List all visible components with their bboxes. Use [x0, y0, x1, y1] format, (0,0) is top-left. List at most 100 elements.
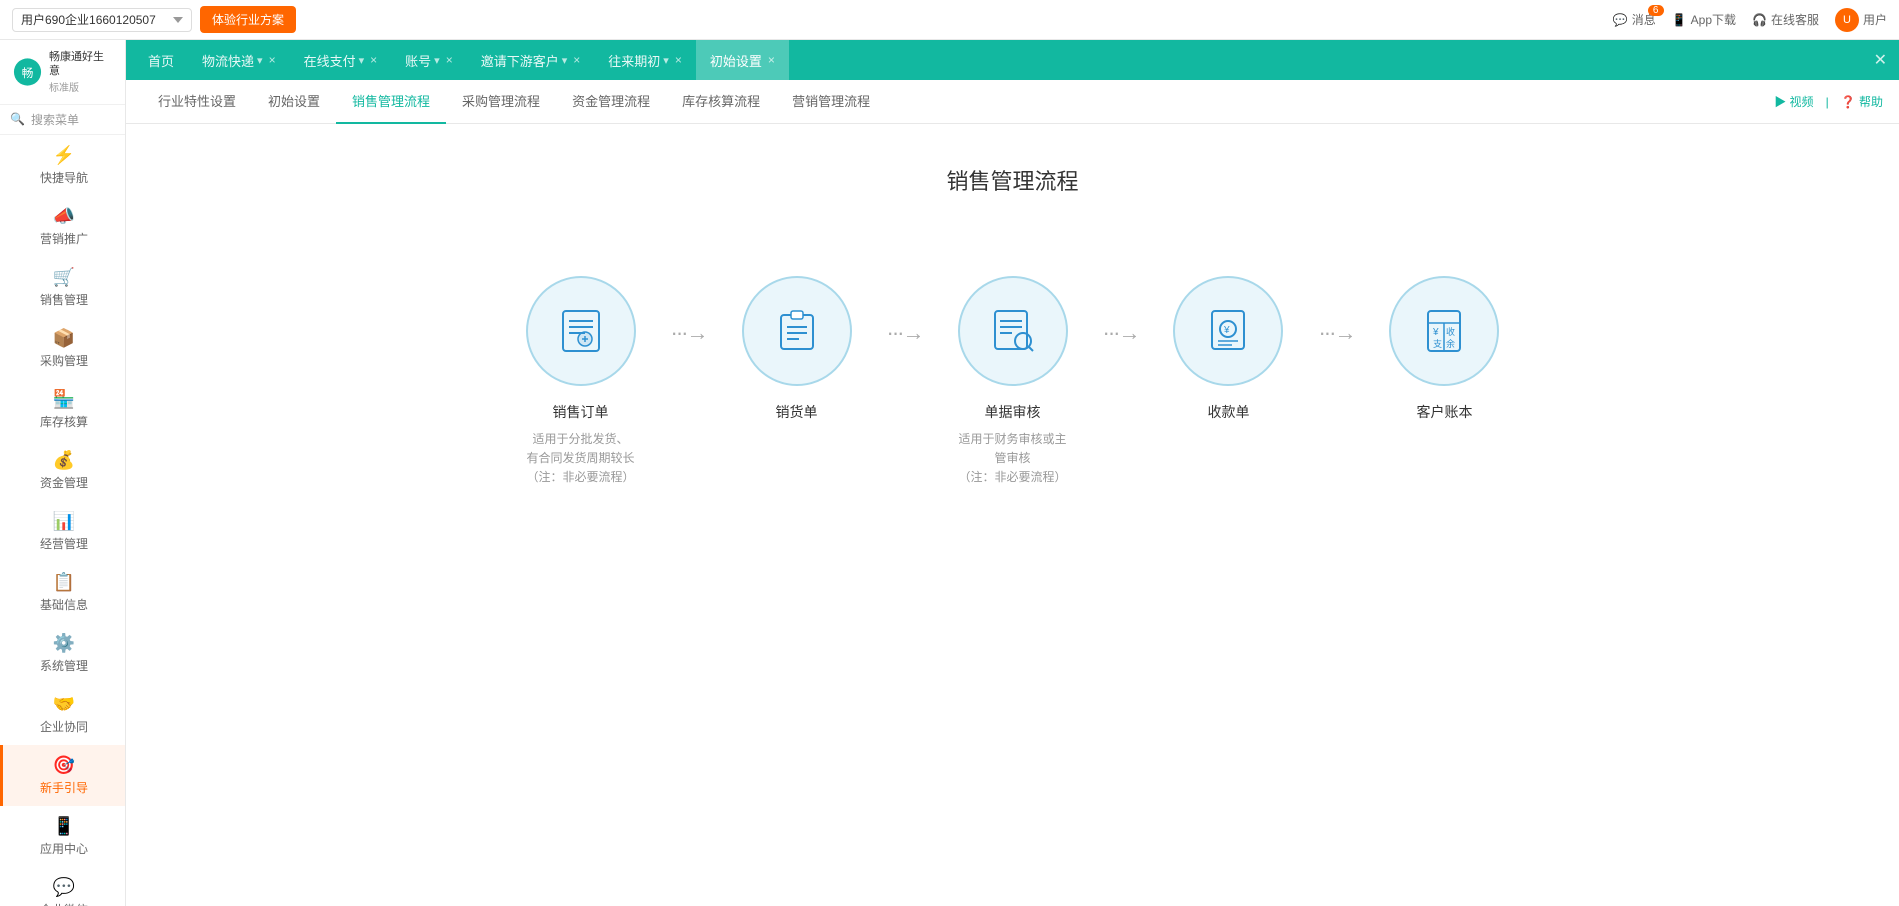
sidebar-item-app-center[interactable]: 📱应用中心: [0, 806, 125, 867]
nav-label-marketing: 营销推广: [40, 230, 88, 247]
divider: |: [1826, 95, 1829, 109]
tab-close-init-settings[interactable]: ×: [768, 53, 775, 67]
sub-tab-inventory-calc[interactable]: 库存核算流程: [666, 80, 776, 124]
top-bar-left: 用户690企业1660120507 体验行业方案: [12, 6, 296, 33]
nav-label-finance: 资金管理: [40, 474, 88, 491]
tab-payment[interactable]: 在线支付▾ ×: [290, 40, 392, 80]
user-btn[interactable]: U 用户: [1835, 8, 1887, 32]
nav-label-enterprise: 企业协同: [40, 718, 88, 735]
sub-tab-marketing-flow[interactable]: 营销管理流程: [776, 80, 886, 124]
tab-arrow-logistics: ▾: [257, 54, 263, 67]
sidebar-item-quick-nav[interactable]: ⚡快捷导航: [0, 135, 125, 196]
tab-close-period-init[interactable]: ×: [675, 53, 682, 67]
sidebar-item-basic-info[interactable]: 📋基础信息: [0, 562, 125, 623]
nav-label-wechat: 企业微信: [40, 901, 88, 906]
sidebar-item-operation[interactable]: 📊经营管理: [0, 501, 125, 562]
online-service-btn[interactable]: 🎧 在线客服: [1752, 11, 1819, 28]
nav-label-guide: 新手引导: [40, 779, 88, 796]
sub-tab-init[interactable]: 初始设置: [252, 80, 336, 124]
video-link[interactable]: ▶ 视频: [1774, 93, 1813, 110]
experience-btn[interactable]: 体验行业方案: [200, 6, 296, 33]
video-label: 视频: [1790, 95, 1814, 109]
sub-tab-sales-flow[interactable]: 销售管理流程: [336, 80, 446, 124]
tab-label-invite: 邀请下游客户: [481, 51, 559, 70]
sidebar-item-sales[interactable]: 🛒销售管理: [0, 257, 125, 318]
tab-label-payment: 在线支付: [304, 51, 356, 70]
nav-icon-app-center: 📱: [53, 816, 75, 837]
tab-close-payment[interactable]: ×: [370, 53, 377, 67]
svg-text:余: 余: [1446, 338, 1455, 349]
nav-label-basic-info: 基础信息: [40, 596, 88, 613]
nav-icon-system: ⚙️: [53, 633, 75, 654]
sidebar-item-guide[interactable]: 🎯新手引导: [0, 745, 125, 806]
app-download-label: App下载: [1691, 11, 1736, 28]
logo-name: 畅康通好生意: [49, 50, 113, 79]
sidebar-item-system[interactable]: ⚙️系统管理: [0, 623, 125, 684]
search-icon: 🔍: [10, 112, 25, 126]
flow-title-sales-order: 销售订单: [553, 402, 609, 422]
search-menu-btn[interactable]: 🔍 搜索菜单: [0, 105, 125, 135]
flow-step-doc-review[interactable]: 单据审核适用于财务审核或主管审核（注：非必要流程）: [923, 276, 1103, 488]
flow-circle-receipt: ¥: [1173, 276, 1283, 386]
svg-text:¥: ¥: [1432, 327, 1439, 338]
sidebar-item-marketing[interactable]: 📣营销推广: [0, 196, 125, 257]
tab-account[interactable]: 账号▾ ×: [391, 40, 467, 80]
online-service-label: 在线客服: [1771, 11, 1819, 28]
flow-step-customer-account[interactable]: ¥ 收 支 余 客户账本: [1354, 276, 1534, 430]
svg-text:¥: ¥: [1223, 325, 1230, 336]
page-title: 销售管理流程: [166, 164, 1859, 196]
tab-arrow-period-init: ▾: [663, 54, 669, 67]
sub-tab-finance-flow[interactable]: 资金管理流程: [556, 80, 666, 124]
tab-label-account: 账号: [405, 51, 431, 70]
flow-step-sales-note[interactable]: 销货单: [707, 276, 887, 430]
user-select[interactable]: 用户690企业1660120507: [12, 8, 192, 32]
nav-icon-operation: 📊: [53, 511, 75, 532]
nav-icon-purchase: 📦: [53, 328, 75, 349]
flow-arrow-4: ···→: [1318, 276, 1354, 346]
sidebar-item-wechat[interactable]: 💬企业微信: [0, 867, 125, 906]
tab-home[interactable]: 首页: [134, 40, 188, 80]
tab-nav-close-btn[interactable]: ✕: [1874, 50, 1887, 70]
flow-desc-sales-order: 适用于分批发货、有合同发货周期较长（注：非必要流程）: [527, 430, 635, 488]
sidebar-nav: ⚡快捷导航📣营销推广🛒销售管理 📦 采购管理 🏪库存核算💰资金管理📊经营管理📋基础信息…: [0, 135, 125, 906]
flow-step-sales-order[interactable]: 销售订单适用于分批发货、有合同发货周期较长（注：非必要流程）: [491, 276, 671, 488]
tab-close-account[interactable]: ×: [446, 53, 453, 67]
sub-tab-industry[interactable]: 行业特性设置: [142, 80, 252, 124]
sidebar-item-purchase[interactable]: 📦 采购管理: [0, 318, 125, 379]
sidebar: 畅 畅康通好生意 标准版 🔍 搜索菜单 ⚡快捷导航📣营销推广🛒销售管理 📦 采购管理…: [0, 40, 126, 906]
sub-tab-bar: 行业特性设置初始设置销售管理流程采购管理流程资金管理流程库存核算流程营销管理流程…: [126, 80, 1899, 124]
sidebar-item-enterprise[interactable]: 🤝企业协同: [0, 684, 125, 745]
tab-period-init[interactable]: 往来期初▾ ×: [594, 40, 696, 80]
app-icon: 📱: [1672, 13, 1687, 27]
tab-arrow-account: ▾: [434, 54, 440, 67]
sub-tab-purchase-flow[interactable]: 采购管理流程: [446, 80, 556, 124]
logo-text-wrap: 畅康通好生意 标准版: [49, 50, 113, 94]
tab-logistics[interactable]: 物流快递▾ ×: [188, 40, 290, 80]
main-content: 首页物流快递▾×在线支付▾×账号▾×邀请下游客户▾×往来期初▾×初始设置×✕ 行…: [126, 40, 1899, 906]
nav-icon-quick-nav: ⚡: [53, 145, 75, 166]
top-bar: 用户690企业1660120507 体验行业方案 💬 消息 6 📱 App下载 …: [0, 0, 1899, 40]
tab-label-period-init: 往来期初: [608, 51, 660, 70]
flow-step-receipt[interactable]: ¥ 收款单: [1138, 276, 1318, 430]
tab-arrow-payment: ▾: [359, 54, 365, 67]
nav-label-inventory: 库存核算: [40, 413, 88, 430]
tab-close-invite[interactable]: ×: [573, 53, 580, 67]
message-icon: 💬: [1613, 13, 1628, 27]
flow-title-sales-note: 销货单: [776, 402, 818, 422]
nav-label-purchase: 采购管理: [40, 352, 88, 369]
avatar: U: [1835, 8, 1859, 32]
sidebar-item-inventory[interactable]: 🏪库存核算: [0, 379, 125, 440]
svg-text:畅: 畅: [22, 66, 34, 80]
flow-desc-doc-review: 适用于财务审核或主管审核（注：非必要流程）: [958, 430, 1066, 488]
tab-label-logistics: 物流快递: [202, 51, 254, 70]
tab-invite[interactable]: 邀请下游客户▾×: [467, 40, 595, 80]
tab-close-logistics[interactable]: ×: [269, 53, 276, 67]
sidebar-item-finance[interactable]: 💰资金管理: [0, 440, 125, 501]
flow-title-doc-review: 单据审核: [985, 402, 1041, 422]
app-download-btn[interactable]: 📱 App下载: [1672, 11, 1736, 28]
help-link[interactable]: ❓ 帮助: [1841, 93, 1883, 110]
message-btn[interactable]: 💬 消息 6: [1613, 11, 1656, 28]
tab-init-settings[interactable]: 初始设置×: [696, 40, 789, 80]
play-icon: ▶: [1774, 95, 1786, 109]
sidebar-logo: 畅 畅康通好生意 标准版: [0, 40, 125, 105]
